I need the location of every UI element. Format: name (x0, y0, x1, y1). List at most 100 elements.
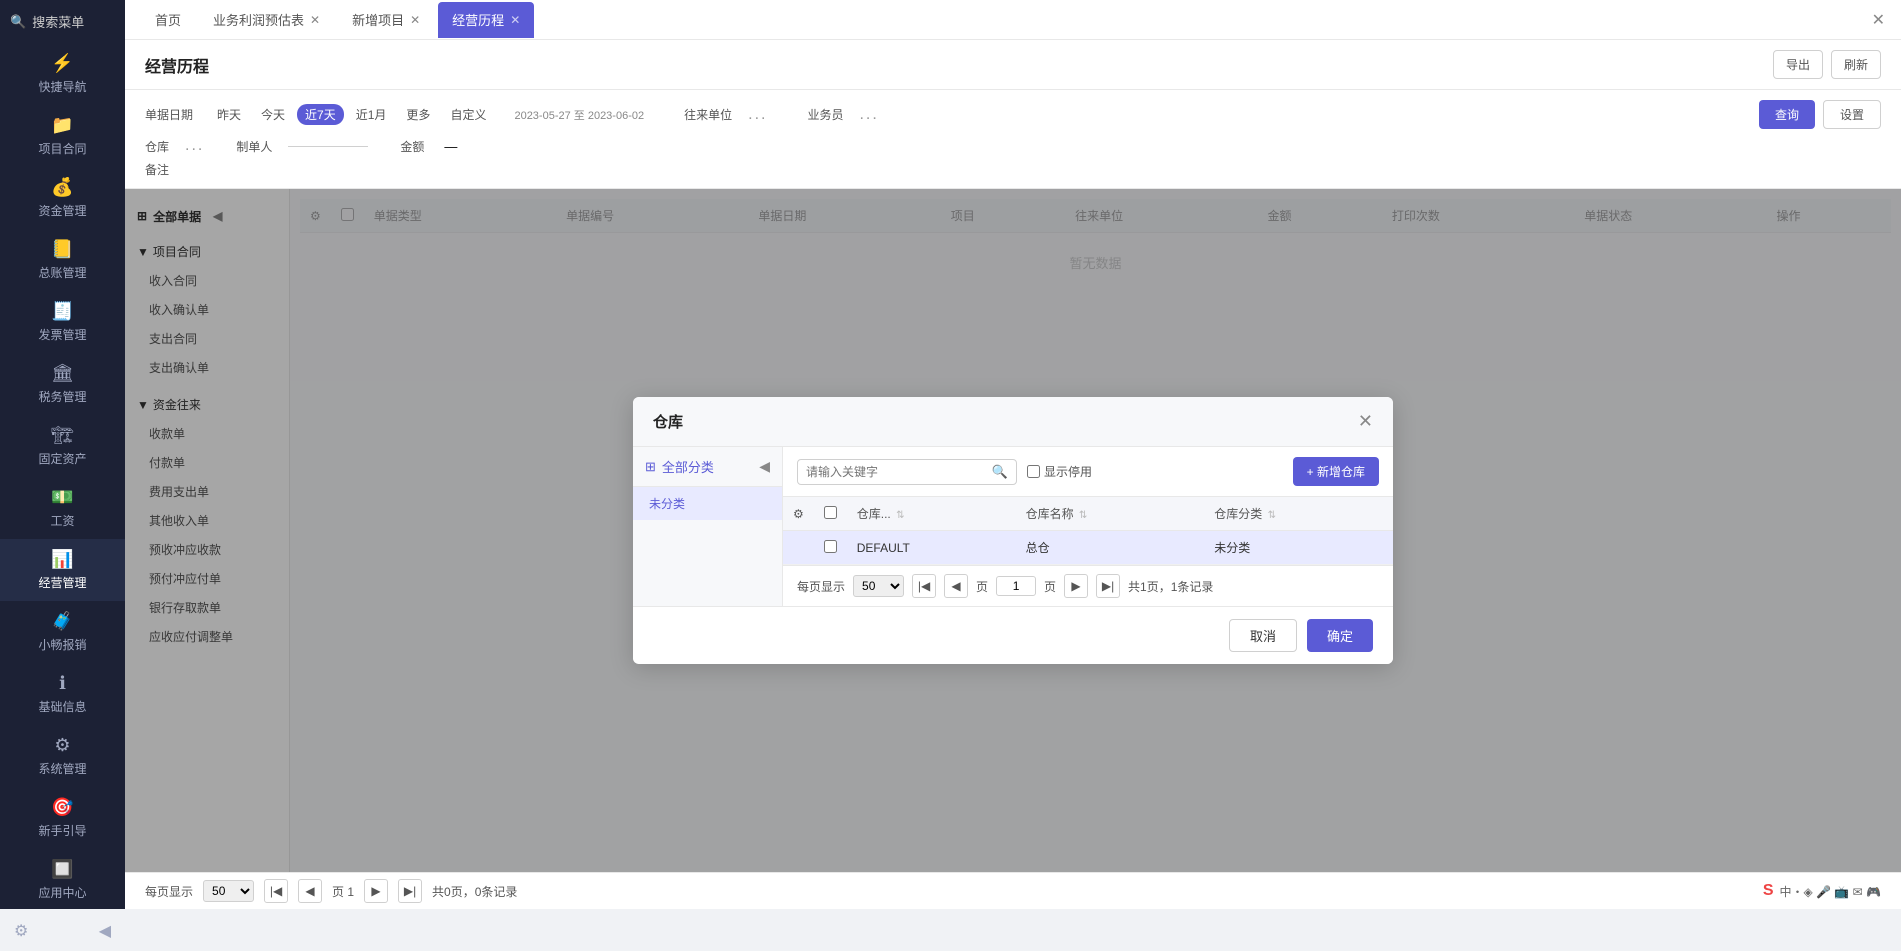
sidebar-item-business[interactable]: 📊 经营管理 (0, 539, 125, 601)
cancel-button[interactable]: 取消 (1229, 619, 1297, 652)
tab-profit-estimate-label: 业务利润预估表 (213, 10, 304, 29)
tab-business-history-label: 经营历程 (452, 10, 504, 29)
modal-body: ⊞ 全部分类 ◀ 未分类 (633, 447, 1393, 606)
modal-th-gear: ⚙ (783, 497, 814, 531)
page-last-btn[interactable]: ▶| (1096, 574, 1120, 598)
filter-row-3: 备注 (145, 161, 1881, 178)
settings-icon[interactable]: ⚙ (14, 921, 28, 941)
modal-th-category: 仓库分类 ⇅ (1204, 497, 1393, 531)
modal-select-all[interactable] (824, 506, 837, 519)
page-input[interactable] (996, 576, 1036, 596)
setting-button[interactable]: 设置 (1823, 100, 1881, 129)
sidebar-item-salary[interactable]: 💵 工资 (0, 477, 125, 539)
sidebar-item-tax[interactable]: 🏛 税务管理 (0, 353, 125, 415)
category-all[interactable]: ⊞ 全部分类 ◀ (633, 447, 782, 487)
search-input[interactable] (806, 465, 986, 479)
sidebar-item-label: 税务管理 (38, 388, 86, 405)
warehouse-dots[interactable]: ... (185, 137, 204, 155)
salesperson-dots[interactable]: ... (859, 106, 878, 124)
tab-business-history[interactable]: 经营历程 ✕ (438, 2, 534, 38)
td-name: 总仓 (1016, 531, 1205, 565)
sidebar-item-label: 工资 (50, 512, 74, 529)
sidebar-item-project-contract[interactable]: 📁 项目合同 (0, 105, 125, 167)
sidebar-item-label: 项目合同 (38, 140, 86, 157)
status-icons: 中・◈ 🎤 📺 ✉ 🎮 (1780, 883, 1881, 900)
table-row[interactable]: DEFAULT 总仓 未分类 (783, 531, 1393, 565)
search-icon: 🔍 (10, 14, 26, 30)
warehouse-modal: 仓库 ✕ ⊞ 全部分类 ◀ 未分类 (633, 397, 1393, 664)
category-unclassified-label: 未分类 (649, 497, 685, 511)
modal-title: 仓库 (653, 411, 683, 432)
status-total: 共0页，0条记录 (432, 883, 517, 900)
col-name-label: 仓库名称 (1026, 507, 1074, 521)
add-warehouse-button[interactable]: + 新增仓库 (1293, 457, 1379, 486)
status-per-page-select[interactable]: 50 100 (203, 880, 254, 902)
content-area: WhAR ⊞ 全部单据 ◀ ▼ 项目合同 收入合同 收入确认单 支出合同 支出确… (125, 189, 1901, 872)
row-checkbox-1[interactable] (824, 540, 837, 553)
project-icon: 📁 (51, 115, 73, 136)
sidebar-item-fund[interactable]: 💰 资金管理 (0, 167, 125, 229)
show-disabled-checkbox[interactable] (1027, 465, 1040, 478)
query-button[interactable]: 查询 (1759, 100, 1815, 129)
tab-new-project-close[interactable]: ✕ (410, 13, 420, 27)
modal-th-name: 仓库名称 ⇅ (1016, 497, 1205, 531)
modal-th-code: 仓库... ⇅ (847, 497, 1016, 531)
amount-dash: — (444, 139, 457, 154)
sidebar-item-sys-mgmt[interactable]: ⚙ 系统管理 (0, 725, 125, 787)
warehouse-table: ⚙ 仓库... ⇅ 仓库名称 ⇅ (783, 497, 1393, 565)
page-header: 经营历程 导出 刷新 (125, 40, 1901, 90)
amount-label: 金额 (400, 138, 424, 155)
page-prev-btn[interactable]: ◀ (944, 574, 968, 598)
collapse-icon[interactable]: ◀ (99, 921, 111, 941)
sidebar-item-label: 固定资产 (38, 450, 86, 467)
refresh-button[interactable]: 刷新 (1831, 50, 1881, 79)
sidebar-item-invoice[interactable]: 🧾 发票管理 (0, 291, 125, 353)
status-per-page-label: 每页显示 (145, 883, 193, 900)
sidebar-item-label: 总账管理 (38, 264, 86, 281)
sidebar-item-ledger[interactable]: 📒 总账管理 (0, 229, 125, 291)
app-icon: 🔲 (51, 859, 73, 880)
sidebar-item-label: 系统管理 (38, 760, 86, 777)
tax-icon: 🏛 (51, 363, 74, 384)
sidebar-item-app-center[interactable]: 🔲 应用中心 (0, 849, 125, 911)
tab-home[interactable]: 首页 (141, 2, 195, 38)
category-collapse-button[interactable]: ◀ (759, 458, 770, 475)
sidebar-item-basic-info[interactable]: ℹ 基础信息 (0, 663, 125, 725)
tab-profit-estimate-close[interactable]: ✕ (310, 13, 320, 27)
date-btn-today[interactable]: 今天 (253, 104, 293, 125)
sidebar-item-quick-nav[interactable]: ⚡ 快捷导航 (0, 43, 125, 105)
category-unclassified[interactable]: 未分类 (633, 487, 782, 520)
sidebar-item-marketing[interactable]: 🧳 小畅报销 (0, 601, 125, 663)
main-area: 首页 业务利润预估表 ✕ 新增项目 ✕ 经营历程 ✕ ✕ 经营历程 导出 刷新 … (125, 0, 1901, 909)
date-btn-7days[interactable]: 近7天 (297, 104, 344, 125)
marketing-icon: 🧳 (51, 611, 73, 632)
confirm-button[interactable]: 确定 (1307, 619, 1373, 652)
tab-business-history-close[interactable]: ✕ (510, 13, 520, 27)
partner-dots[interactable]: ... (748, 106, 767, 124)
page-next-btn[interactable]: ▶ (1064, 574, 1088, 598)
export-button[interactable]: 导出 (1773, 50, 1823, 79)
status-page-first[interactable]: |◀ (264, 879, 288, 903)
status-page-last[interactable]: ▶| (398, 879, 422, 903)
sidebar-item-guide[interactable]: 🎯 新手引导 (0, 787, 125, 849)
page-first-btn[interactable]: |◀ (912, 574, 936, 598)
tab-new-project[interactable]: 新增项目 ✕ (338, 2, 434, 38)
sidebar-item-fixed-assets[interactable]: 🏗 固定资产 (0, 415, 125, 477)
per-page-select[interactable]: 50 100 (853, 575, 904, 597)
ledger-icon: 📒 (51, 239, 73, 260)
date-filter-label: 单据日期 (145, 106, 193, 123)
sidebar-item-label: 基础信息 (38, 698, 86, 715)
status-page-prev[interactable]: ◀ (298, 879, 322, 903)
filter-area: 单据日期 昨天 今天 近7天 近1月 更多 自定义 2023-05-27 至 2… (125, 90, 1901, 189)
date-btn-custom[interactable]: 自定义 (442, 104, 494, 125)
date-btn-yesterday[interactable]: 昨天 (209, 104, 249, 125)
date-btn-1month[interactable]: 近1月 (348, 104, 395, 125)
modal-close-button[interactable]: ✕ (1358, 411, 1373, 432)
status-page-next[interactable]: ▶ (364, 879, 388, 903)
sidebar-search[interactable]: 🔍 搜索菜单 (0, 0, 125, 43)
main-close-button[interactable]: ✕ (1872, 10, 1885, 30)
tab-profit-estimate[interactable]: 业务利润预估表 ✕ (199, 2, 334, 38)
show-disabled-text: 显示停用 (1044, 463, 1092, 480)
show-disabled-label[interactable]: 显示停用 (1027, 463, 1092, 480)
date-btn-more[interactable]: 更多 (398, 104, 438, 125)
